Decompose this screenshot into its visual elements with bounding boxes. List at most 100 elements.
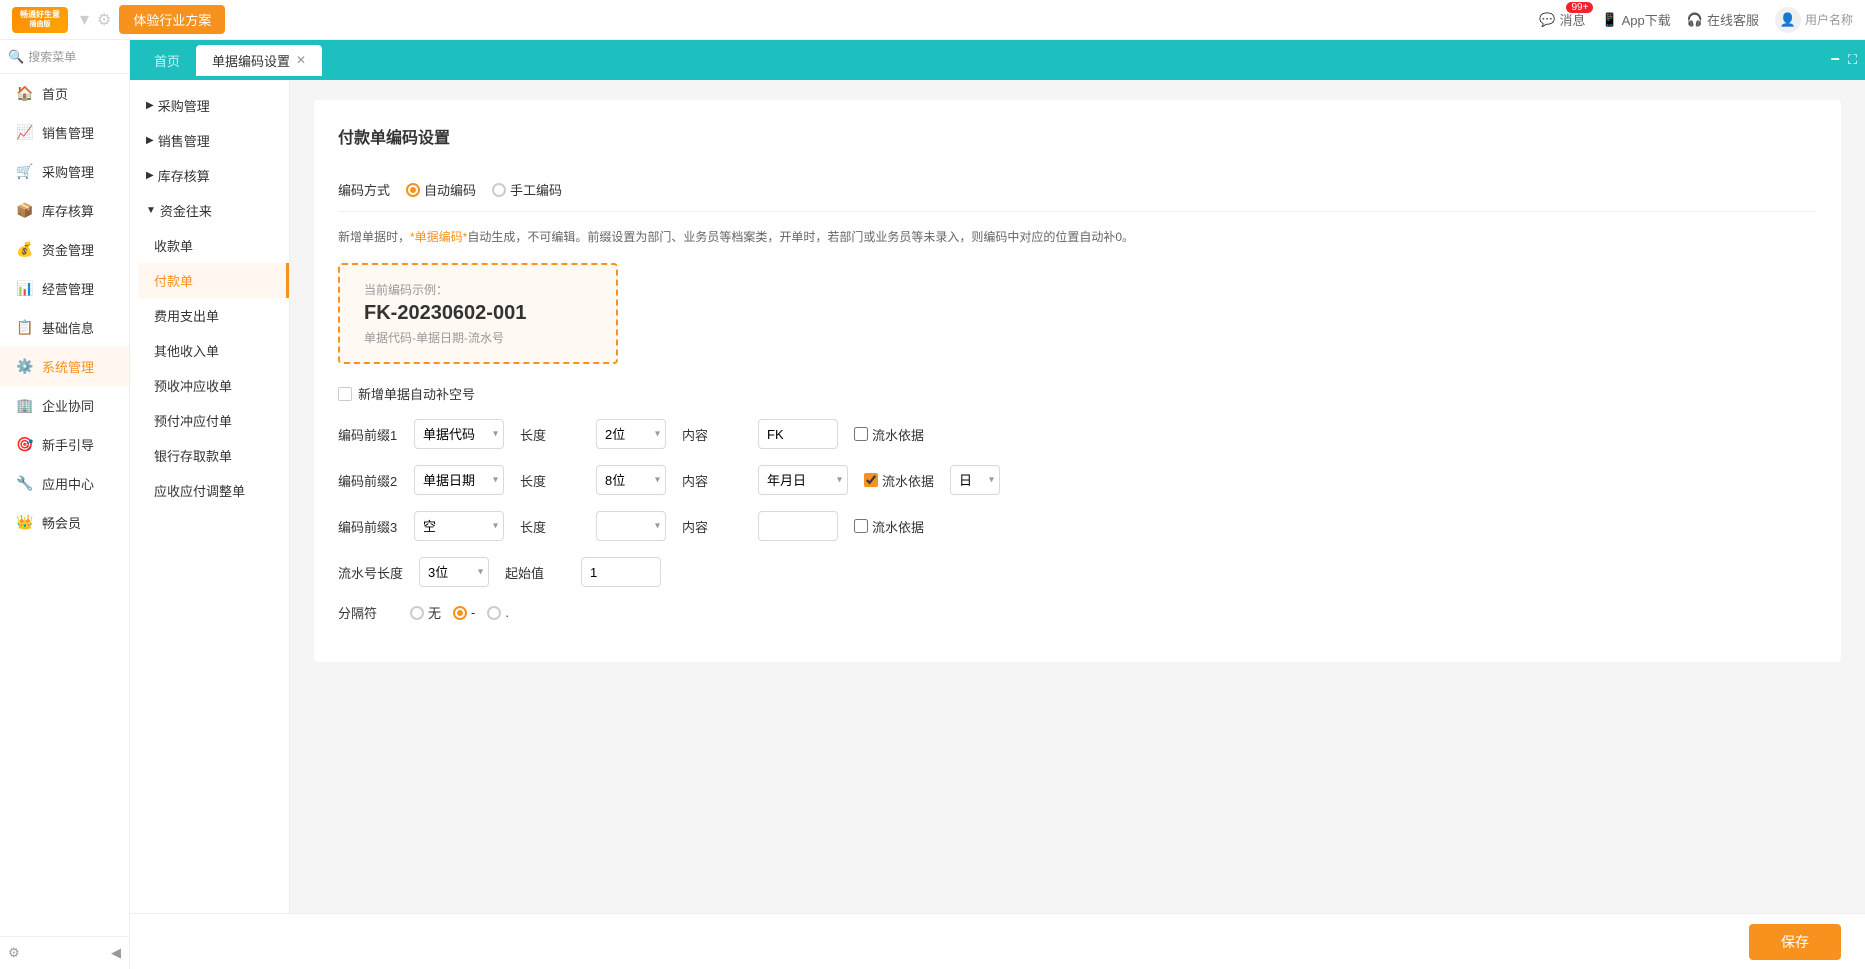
sub-item-prepaid-payment[interactable]: 预付冲应付单 [138,403,289,438]
serial2-unit-select[interactable]: 日 [950,465,1000,495]
serial2-checkbox[interactable] [864,473,878,487]
settings-icon[interactable]: ⚙ [97,10,111,30]
sub-item-receipt[interactable]: 收款单 [138,228,289,263]
sidebar-item-home[interactable]: 🏠 首页 [0,74,129,113]
separator-row: 分隔符 无 - . [338,603,1817,622]
basic-icon: 📋 [16,319,34,337]
app-icon: 📱 [1601,12,1617,28]
info-text: 新增单据时，*单据编码*自动生成，不可编辑。前缀设置为部门、业务员等档案类，开单… [338,228,1817,247]
length3-select[interactable] [596,511,666,541]
sidebar: 🔍 搜索菜单 🏠 首页 📈 销售管理 🛒 采购管理 📦 库存核算 💰 [0,40,130,969]
search-menu[interactable]: 🔍 搜索菜单 [0,40,129,74]
encode-method-row: 编码方式 自动编码 手工编码 [338,168,1817,212]
code-preview-desc: 单据代码-单据日期-流水号 [364,329,592,346]
length1-select[interactable]: 2位 [596,419,666,449]
online-service-button[interactable]: 🎧 在线客服 [1687,10,1759,29]
chevron-down-icon: ▼ [146,205,156,216]
group-sales-header[interactable]: ▶ 销售管理 [130,123,289,158]
serial3-checkbox[interactable] [854,519,868,533]
sidebar-item-inventory[interactable]: 📦 库存核算 [0,191,129,230]
separator-dot-circle [487,606,501,620]
home-icon: 🏠 [16,85,34,103]
sidebar-item-system[interactable]: ⚙️ 系统管理 [0,347,129,386]
content2-select-wrapper: 年月日 ▾ [758,465,848,495]
sidebar-collapse-icon[interactable]: ◀ [111,945,121,961]
sub-item-prepaid-collection[interactable]: 预收冲应收单 [138,368,289,403]
sidebar-item-finance[interactable]: 💰 资金管理 [0,230,129,269]
serial-length-select[interactable]: 3位 [419,557,489,587]
sidebar-item-enterprise[interactable]: 🏢 企业协同 [0,386,129,425]
nav-dropdown[interactable]: ▾ [80,9,89,30]
radio-manual-circle [492,183,506,197]
group-purchase-header[interactable]: ▶ 采购管理 [130,88,289,123]
length2-label: 长度 [520,471,580,490]
form-row-3: 编码前缀3 空 ▾ 长度 ▾ [338,511,1817,541]
page-title: 付款单编码设置 [338,124,1817,148]
auto-fill-checkbox[interactable] [338,387,352,401]
tab-home[interactable]: 首页 [138,45,196,76]
prefix3-select[interactable]: 空 [414,511,504,541]
separator-none[interactable]: 无 [410,603,441,622]
serial1-checkbox-wrapper: 流水依据 [854,425,924,444]
guide-icon: 🎯 [16,436,34,454]
sub-item-bank-deposit[interactable]: 银行存取款单 [138,438,289,473]
sidebar-item-sales[interactable]: 📈 销售管理 [0,113,129,152]
sub-item-payment[interactable]: 付款单 [138,263,289,298]
topbar-right: 💬 消息 99+ 📱 App下载 🎧 在线客服 👤 用户名称 [1539,7,1853,33]
save-button[interactable]: 保存 [1749,924,1841,960]
sidebar-item-purchase[interactable]: 🛒 采购管理 [0,152,129,191]
sub-item-other-income[interactable]: 其他收入单 [138,333,289,368]
apps-icon: 🔧 [16,475,34,493]
tabbar-actions: 🗕 ⛶ [1831,49,1857,71]
radio-auto-encode[interactable]: 自动编码 [406,180,476,199]
serial3-checkbox-wrapper: 流水依据 [854,517,924,536]
group-inventory-header[interactable]: ▶ 库存核算 [130,158,289,193]
separator-dot[interactable]: . [487,605,509,620]
sidebar-menu: 🏠 首页 📈 销售管理 🛒 采购管理 📦 库存核算 💰 资金管理 📊 经 [0,74,129,936]
experience-button[interactable]: 体验行业方案 [119,5,225,34]
tab-close-icon[interactable]: ✕ [296,53,306,67]
bottom-settings-icon[interactable]: ⚙ [8,945,20,961]
start-value-input[interactable] [581,557,661,587]
serial-length-label: 流水号长度 [338,563,403,582]
content-area: 首页 单据编码设置 ✕ 🗕 ⛶ ▶ 采购管理 [130,40,1865,969]
length2-select[interactable]: 8位 [596,465,666,495]
sidebar-item-guide[interactable]: 🎯 新手引导 [0,425,129,464]
sub-item-receivable-adj[interactable]: 应收应付调整单 [138,473,289,508]
auto-fill-row: 新增单据自动补空号 [338,384,1817,403]
length2-select-wrapper: 8位 ▾ [596,465,666,495]
user-avatar[interactable]: 👤 用户名称 [1775,7,1853,33]
sidebar-item-membership[interactable]: 👑 畅会员 [0,503,129,542]
prefix1-label: 编码前缀1 [338,425,398,444]
message-button[interactable]: 💬 消息 99+ [1539,10,1585,29]
membership-icon: 👑 [16,514,34,532]
radio-manual-encode[interactable]: 手工编码 [492,180,562,199]
second-sidebar: ▶ 采购管理 ▶ 销售管理 ▶ 库存核算 [130,80,290,913]
serial-length-select-wrapper: 3位 ▾ [419,557,489,587]
serial2-checkbox-wrapper: 流水依据 [864,471,934,490]
prefix2-select[interactable]: 单据日期 [414,465,504,495]
serial1-checkbox[interactable] [854,427,868,441]
separator-dash[interactable]: - [453,605,475,620]
prefix1-select[interactable]: 单据代码 [414,419,504,449]
tab-single-code-settings[interactable]: 单据编码设置 ✕ [196,45,322,76]
group-capital: ▼ 资金往来 收款单 付款单 费用支出单 其他收入单 预收冲应收单 预付冲应付单… [130,193,289,508]
sub-item-expense[interactable]: 费用支出单 [138,298,289,333]
enterprise-icon: 🏢 [16,397,34,415]
tabbar-minimize-icon[interactable]: 🗕 [1831,49,1840,71]
tabbar-expand-icon[interactable]: ⛶ [1848,52,1857,68]
sidebar-item-basic[interactable]: 📋 基础信息 [0,308,129,347]
app-download-button[interactable]: 📱 App下载 [1601,10,1670,29]
sidebar-item-apps[interactable]: 🔧 应用中心 [0,464,129,503]
content1-input[interactable] [758,419,838,449]
sidebar-item-operations[interactable]: 📊 经营管理 [0,269,129,308]
group-capital-header[interactable]: ▼ 资金往来 [130,193,289,228]
chevron-right-icon-2: ▶ [146,135,154,146]
content2-select[interactable]: 年月日 [758,465,848,495]
content3-input[interactable] [758,511,838,541]
topbar-nav: ▾ ⚙ [80,9,111,30]
radio-group-encode: 自动编码 手工编码 [406,180,562,199]
topbar: 畅通好生意插曲版 ▾ ⚙ 体验行业方案 💬 消息 99+ 📱 App下载 🎧 在… [0,0,1865,40]
page-content: 付款单编码设置 编码方式 自动编码 手工编码 [290,80,1865,913]
prefix1-select-wrapper: 单据代码 ▾ [414,419,504,449]
